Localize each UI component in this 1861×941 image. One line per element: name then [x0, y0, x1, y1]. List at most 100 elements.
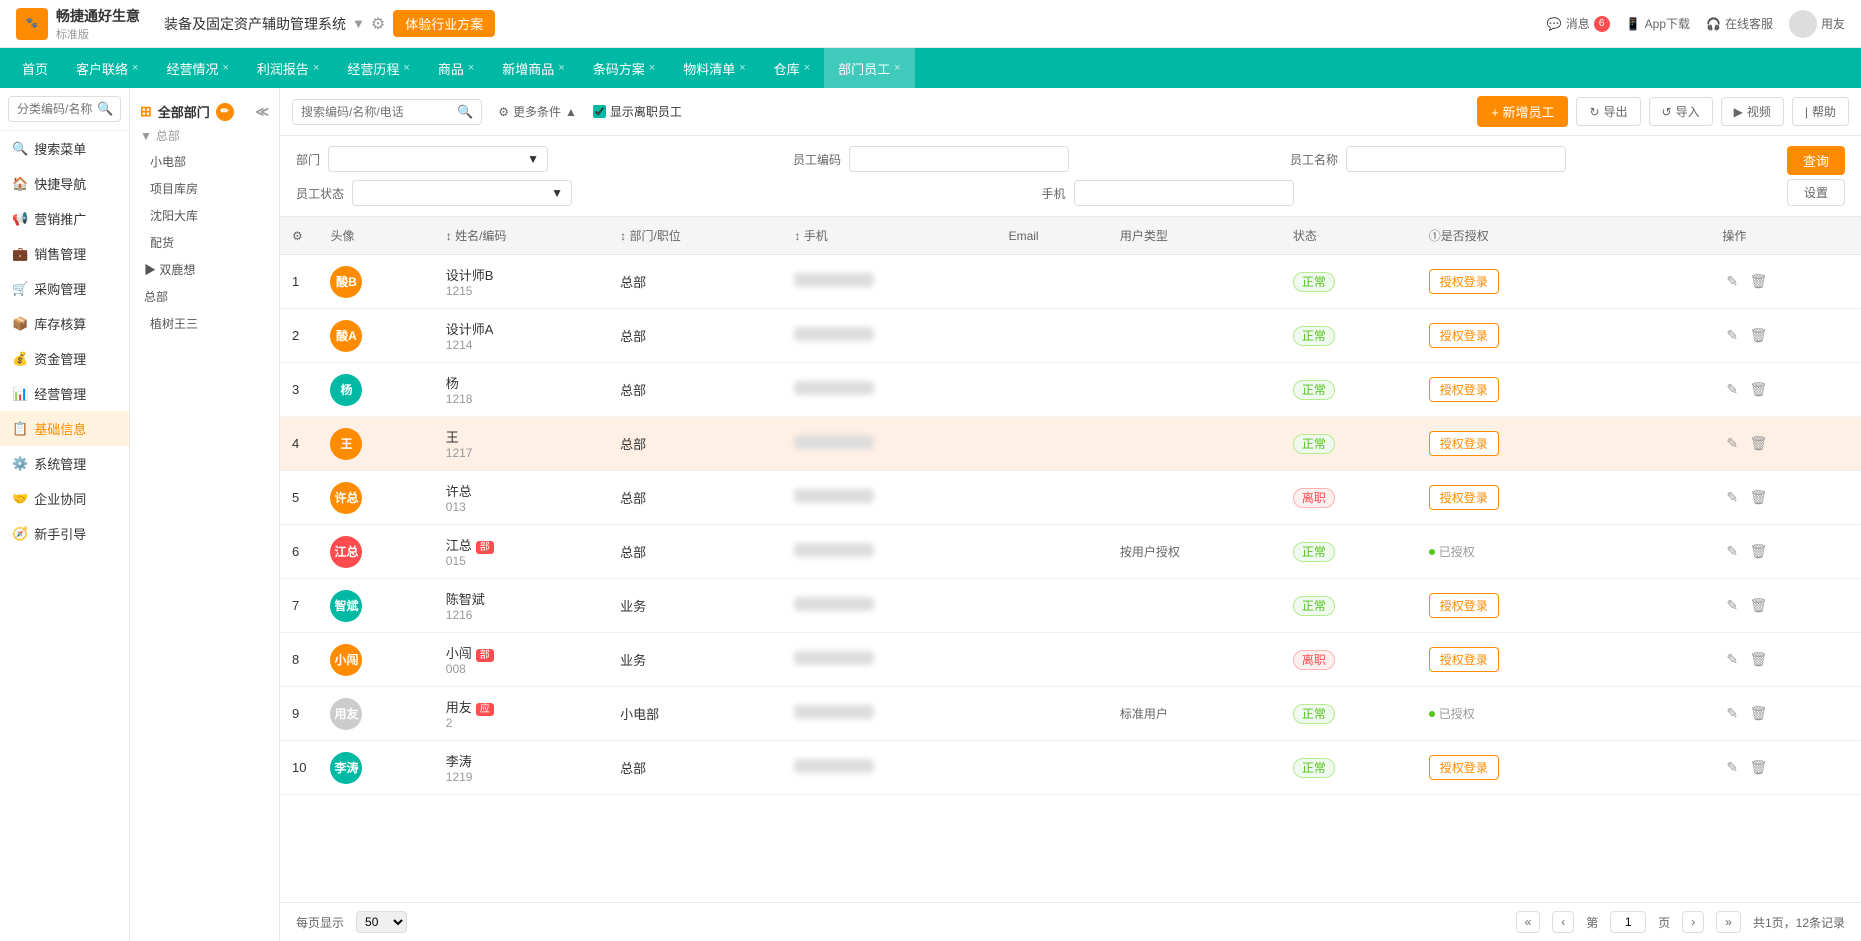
tab-close-icon[interactable]: × — [132, 62, 138, 74]
prev-page-btn[interactable]: ‹ — [1552, 911, 1574, 933]
col-settings[interactable]: ⚙ — [280, 217, 318, 255]
tab-close-icon[interactable]: × — [222, 62, 228, 74]
view-btn[interactable]: ▶ 视频 — [1721, 97, 1784, 126]
auth-btn[interactable]: 授权登录 — [1429, 431, 1499, 456]
sidebar-item-search[interactable]: 🔍 搜索菜单 — [0, 131, 129, 166]
delete-icon[interactable]: 🗑 — [1746, 757, 1772, 777]
tab-history[interactable]: 经营历程 × — [333, 48, 423, 88]
delete-icon[interactable]: 🗑 — [1746, 379, 1772, 399]
emp-status-select[interactable]: ▼ — [352, 180, 572, 206]
edit-icon[interactable]: ✎ — [1722, 325, 1742, 345]
edit-icon[interactable]: ✎ — [1722, 757, 1742, 777]
dept-item-shenyang[interactable]: 沈阳大库 — [130, 202, 279, 229]
show-resigned-checkbox-area[interactable]: 显示离职员工 — [593, 103, 682, 120]
last-page-btn[interactable]: » — [1716, 911, 1741, 933]
tab-customer[interactable]: 客户联络 × — [62, 48, 152, 88]
delete-icon[interactable]: 🗑 — [1746, 703, 1772, 723]
dept-item-shuanglu[interactable]: ▶ 双鹿想 — [130, 256, 279, 283]
dept-item-zongbu[interactable]: 总部 — [130, 283, 279, 310]
edit-icon[interactable]: ✎ — [1722, 433, 1742, 453]
tab-close-icon[interactable]: × — [403, 62, 409, 74]
tab-business[interactable]: 经营情况 × — [152, 48, 242, 88]
per-page-select[interactable]: 50 100 200 — [356, 911, 407, 933]
next-page-btn[interactable]: › — [1682, 911, 1704, 933]
online-service-btn[interactable]: 🎧 在线客服 — [1706, 15, 1773, 32]
auth-btn[interactable]: 授权登录 — [1429, 755, 1499, 780]
edit-icon[interactable]: ✎ — [1722, 487, 1742, 507]
tab-close-icon[interactable]: × — [894, 62, 900, 74]
tab-employee[interactable]: 部门员工 × — [824, 48, 914, 88]
help-btn[interactable]: | 帮助 — [1792, 97, 1849, 126]
add-employee-btn[interactable]: + 新增员工 — [1477, 96, 1568, 127]
delete-icon[interactable]: 🗑 — [1746, 487, 1772, 507]
sidebar-item-collab[interactable]: 🤝 企业协同 — [0, 481, 129, 516]
sidebar-item-operation[interactable]: 📊 经营管理 — [0, 376, 129, 411]
settings-icon[interactable]: ⚙ — [371, 14, 385, 34]
sidebar-item-system[interactable]: ⚙️ 系统管理 — [0, 446, 129, 481]
auth-btn[interactable]: 授权登录 — [1429, 647, 1499, 672]
delete-icon[interactable]: 🗑 — [1746, 325, 1772, 345]
tab-close-icon[interactable]: × — [739, 62, 745, 74]
search-icon[interactable]: 🔍 — [457, 104, 473, 120]
tab-close-icon[interactable]: × — [468, 62, 474, 74]
app-download-btn[interactable]: 📱 App下载 — [1626, 15, 1690, 32]
delete-icon[interactable]: 🗑 — [1746, 595, 1772, 615]
page-input[interactable] — [1610, 911, 1646, 933]
edit-icon[interactable]: ✎ — [1722, 649, 1742, 669]
emp-name-input[interactable] — [1346, 146, 1566, 172]
tab-barcode[interactable]: 条码方案 × — [579, 48, 669, 88]
tab-close-icon[interactable]: × — [558, 62, 564, 74]
dept-item-peihu[interactable]: 配货 — [130, 229, 279, 256]
dept-item-zhishu[interactable]: 植树王三 — [130, 310, 279, 337]
col-dept[interactable]: ↕ 部门/职位 — [608, 217, 782, 255]
more-filter-btn[interactable]: ⚙ 更多条件 ▲ — [490, 98, 585, 125]
tab-home[interactable]: 首页 — [8, 48, 62, 88]
tab-close-icon[interactable]: × — [804, 62, 810, 74]
dept-item-project[interactable]: 项目库房 — [130, 175, 279, 202]
edit-icon[interactable]: ✎ — [1722, 595, 1742, 615]
set-btn[interactable]: 设置 — [1787, 179, 1845, 206]
delete-icon[interactable]: 🗑 — [1746, 433, 1772, 453]
delete-icon[interactable]: 🗑 — [1746, 271, 1772, 291]
emp-code-input[interactable] — [849, 146, 1069, 172]
delete-icon[interactable]: 🗑 — [1746, 649, 1772, 669]
dept-item-xiaodian[interactable]: 小电部 — [130, 148, 279, 175]
edit-icon[interactable]: ✎ — [1722, 703, 1742, 723]
col-phone[interactable]: ↕ 手机 — [782, 217, 996, 255]
tab-profit[interactable]: 利润报告 × — [243, 48, 333, 88]
auth-btn[interactable]: 授权登录 — [1429, 269, 1499, 294]
delete-icon[interactable]: 🗑 — [1746, 541, 1772, 561]
sidebar-item-guide[interactable]: 🧭 新手引导 — [0, 516, 129, 551]
sidebar-item-base[interactable]: 📋 基础信息 — [0, 411, 129, 446]
tab-add-goods[interactable]: 新增商品 × — [488, 48, 578, 88]
edit-icon[interactable]: ✎ — [1722, 379, 1742, 399]
sidebar-item-sales[interactable]: 💼 销售管理 — [0, 236, 129, 271]
col-name[interactable]: ↕ 姓名/编码 — [434, 217, 608, 255]
dept-edit-icon[interactable]: ✏ — [216, 103, 234, 121]
tab-bom[interactable]: 物料清单 × — [669, 48, 759, 88]
edit-icon[interactable]: ✎ — [1722, 541, 1742, 561]
import-btn[interactable]: ↺ 导入 — [1649, 97, 1713, 126]
dept-filter-select[interactable]: ▼ — [328, 146, 548, 172]
sidebar-item-nav[interactable]: 🏠 快捷导航 — [0, 166, 129, 201]
tab-warehouse[interactable]: 仓库 × — [760, 48, 824, 88]
tab-goods[interactable]: 商品 × — [424, 48, 488, 88]
phone-input[interactable] — [1074, 180, 1294, 206]
tab-close-icon[interactable]: × — [649, 62, 655, 74]
sidebar-search-input[interactable] — [17, 102, 97, 116]
user-area[interactable]: 用友 — [1789, 10, 1845, 38]
search-input[interactable] — [301, 105, 451, 119]
auth-btn[interactable]: 授权登录 — [1429, 593, 1499, 618]
message-btn[interactable]: 💬 消息 6 — [1547, 15, 1610, 32]
auth-btn[interactable]: 授权登录 — [1429, 323, 1499, 348]
edit-icon[interactable]: ✎ — [1722, 271, 1742, 291]
tab-close-icon[interactable]: × — [313, 62, 319, 74]
dept-collapse-icon[interactable]: ≪ — [255, 104, 269, 120]
sidebar-item-marketing[interactable]: 📢 营销推广 — [0, 201, 129, 236]
auth-btn[interactable]: 授权登录 — [1429, 485, 1499, 510]
first-page-btn[interactable]: « — [1516, 911, 1541, 933]
sidebar-item-purchase[interactable]: 🛒 采购管理 — [0, 271, 129, 306]
try-button[interactable]: 体验行业方案 — [393, 10, 495, 37]
query-btn[interactable]: 查询 — [1787, 146, 1845, 175]
dept-all-btn[interactable]: ⊞ 全部部门 ✏ ≪ — [130, 96, 279, 127]
